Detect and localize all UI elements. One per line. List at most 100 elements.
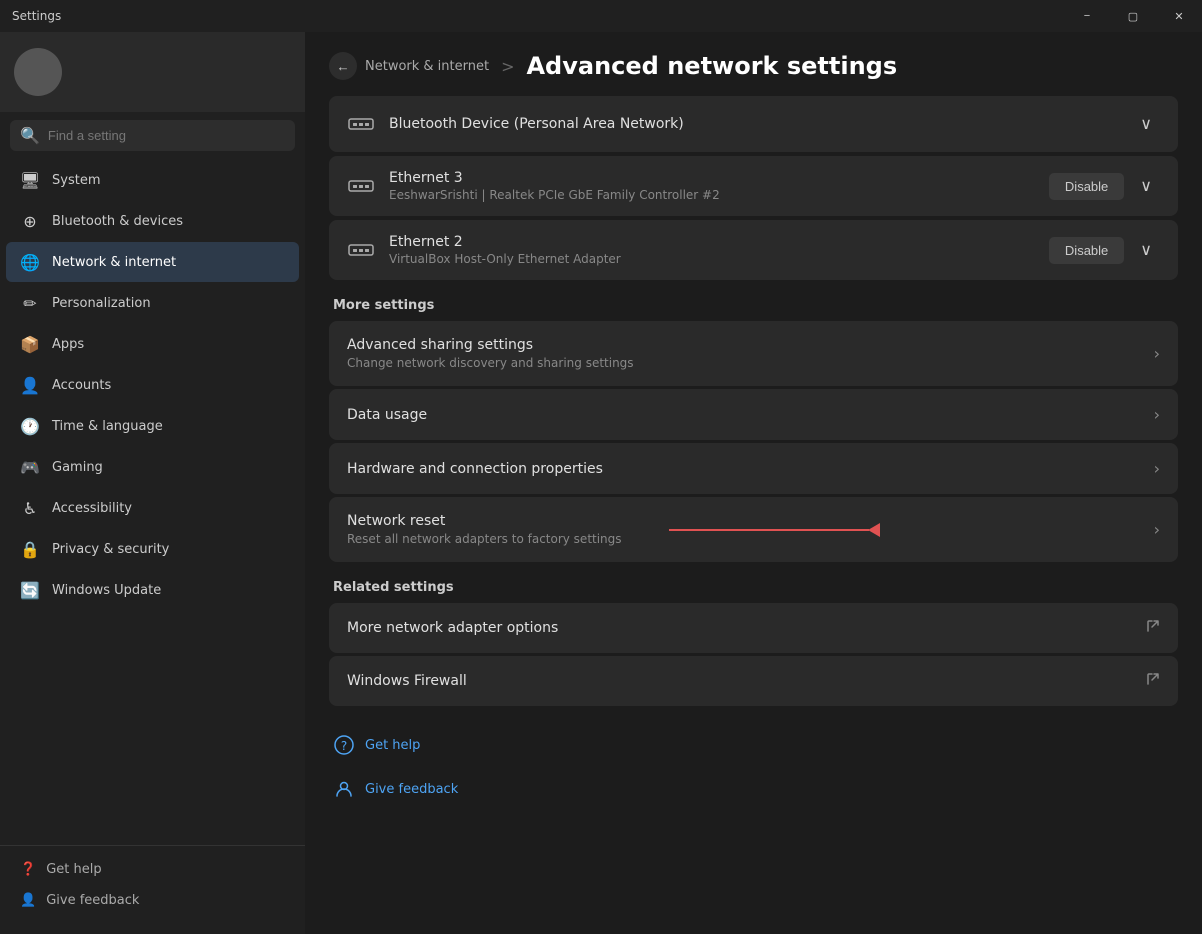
disable-btn-ethernet2[interactable]: Disable — [1049, 237, 1124, 264]
close-button[interactable]: ✕ — [1156, 0, 1202, 32]
external-icon-windows-firewall — [1146, 672, 1160, 690]
nav-label-accounts: Accounts — [52, 378, 111, 393]
give-feedback-icon — [333, 778, 355, 800]
back-button[interactable]: ← — [329, 52, 357, 80]
svg-text:?: ? — [341, 739, 347, 753]
adapter-desc-ethernet2: VirtualBox Host-Only Ethernet Adapter — [389, 252, 621, 266]
settings-row-wrap-network-reset: Network reset Reset all network adapters… — [329, 497, 1178, 562]
nav-icon-time: 🕐 — [20, 416, 40, 436]
related-settings-header: Related settings — [329, 580, 1178, 595]
settings-row-data-usage[interactable]: Data usage › — [329, 389, 1178, 440]
nav-icon-update: 🔄 — [20, 580, 40, 600]
settings-title-windows-firewall: Windows Firewall — [347, 673, 1146, 689]
settings-row-wrap-hardware-connection: Hardware and connection properties › — [329, 443, 1178, 494]
adapter-desc-ethernet3: EeshwarSrishti | Realtek PCIe GbE Family… — [389, 188, 720, 202]
nav-label-network: Network & internet — [52, 255, 176, 270]
nav-label-bluetooth: Bluetooth & devices — [52, 214, 183, 229]
adapter-icon — [347, 113, 375, 135]
settings-row-network-reset[interactable]: Network reset Reset all network adapters… — [329, 497, 1178, 562]
get-help-label: Get help — [365, 738, 420, 753]
sidebar-bottom-help[interactable]: ❓Get help — [6, 854, 299, 885]
adapter-icon-ethernet3 — [347, 175, 375, 197]
nav-label-personalization: Personalization — [52, 296, 151, 311]
related-settings-list: More network adapter options Windows Fir… — [329, 603, 1178, 706]
page-title: Advanced network settings — [526, 52, 897, 80]
settings-row-wrap-advanced-sharing: Advanced sharing settings Change network… — [329, 321, 1178, 386]
search-section: 🔍 — [0, 112, 305, 159]
more-settings-list: Advanced sharing settings Change network… — [329, 321, 1178, 562]
settings-desc-network-reset: Reset all network adapters to factory se… — [347, 532, 1154, 546]
sidebar-item-apps[interactable]: 📦 Apps — [6, 324, 299, 364]
sidebar-item-privacy[interactable]: 🔒 Privacy & security — [6, 529, 299, 569]
adapter-expand-btn[interactable]: ∨ — [1132, 110, 1160, 138]
settings-row-hardware-connection[interactable]: Hardware and connection properties › — [329, 443, 1178, 494]
help-link-get-help[interactable]: ? Get help — [329, 726, 1178, 764]
sidebar-item-network[interactable]: 🌐 Network & internet — [6, 242, 299, 282]
sidebar-item-accounts[interactable]: 👤 Accounts — [6, 365, 299, 405]
sidebar-item-accessibility[interactable]: ♿ Accessibility — [6, 488, 299, 528]
settings-title-advanced-sharing: Advanced sharing settings — [347, 337, 1154, 353]
chevron-icon-network-reset: › — [1154, 520, 1160, 539]
search-icon: 🔍 — [20, 126, 40, 145]
sidebar-item-time[interactable]: 🕐 Time & language — [6, 406, 299, 446]
get-help-icon: ? — [333, 734, 355, 756]
sidebar-item-bluetooth[interactable]: ⊕ Bluetooth & devices — [6, 201, 299, 241]
nav-label-time: Time & language — [52, 419, 163, 434]
adapter-icon-ethernet2 — [347, 239, 375, 261]
adapter-expand-btn-ethernet2[interactable]: ∨ — [1132, 236, 1160, 264]
nav-icon-network: 🌐 — [20, 252, 40, 272]
back-icon: ← — [336, 59, 349, 74]
nav-label-gaming: Gaming — [52, 460, 103, 475]
main-content: ← Network & internet > Advanced network … — [305, 32, 1202, 934]
content-header: ← Network & internet > Advanced network … — [329, 32, 1178, 96]
nav-label-update: Windows Update — [52, 583, 161, 598]
search-input[interactable] — [48, 128, 285, 143]
settings-desc-advanced-sharing: Change network discovery and sharing set… — [347, 356, 1154, 370]
settings-row-advanced-sharing[interactable]: Advanced sharing settings Change network… — [329, 321, 1178, 386]
sidebar-item-update[interactable]: 🔄 Windows Update — [6, 570, 299, 610]
sidebar-item-system[interactable]: 🖥 System — [6, 160, 299, 200]
help-icon: ❓ — [20, 862, 36, 877]
help-link-give-feedback[interactable]: Give feedback — [329, 770, 1178, 808]
external-icon-network-adapter-options — [1146, 619, 1160, 637]
app-body: 🔍 🖥 System ⊕ Bluetooth & devices 🌐 Netwo… — [0, 32, 1202, 934]
nav-menu: 🖥 System ⊕ Bluetooth & devices 🌐 Network… — [0, 159, 305, 837]
user-avatar-section — [0, 32, 305, 112]
breadcrumb-separator: > — [501, 57, 514, 76]
settings-title-data-usage: Data usage — [347, 407, 1154, 423]
adapter-name-ethernet3: Ethernet 3 — [389, 170, 720, 186]
sidebar-bottom-feedback[interactable]: 👤Give feedback — [6, 885, 299, 916]
sidebar-bottom: ❓Get help👤Give feedback — [0, 845, 305, 924]
give-feedback-label: Give feedback — [365, 782, 458, 797]
nav-icon-privacy: 🔒 — [20, 539, 40, 559]
more-settings-header: More settings — [329, 298, 1178, 313]
adapter-name-ethernet2: Ethernet 2 — [389, 234, 621, 250]
nav-icon-gaming: 🎮 — [20, 457, 40, 477]
titlebar: Settings − ▢ ✕ — [0, 0, 1202, 32]
nav-icon-accounts: 👤 — [20, 375, 40, 395]
sidebar-item-gaming[interactable]: 🎮 Gaming — [6, 447, 299, 487]
minimize-button[interactable]: − — [1064, 0, 1110, 32]
chevron-icon-advanced-sharing: › — [1154, 344, 1160, 363]
disable-btn-ethernet3[interactable]: Disable — [1049, 173, 1124, 200]
nav-icon-accessibility: ♿ — [20, 498, 40, 518]
sidebar-item-personalization[interactable]: ✏ Personalization — [6, 283, 299, 323]
adapter-ethernet2: Ethernet 2 VirtualBox Host-Only Ethernet… — [329, 220, 1178, 280]
chevron-icon-hardware-connection: › — [1154, 459, 1160, 478]
settings-row-windows-firewall[interactable]: Windows Firewall — [329, 656, 1178, 706]
search-box[interactable]: 🔍 — [10, 120, 295, 151]
nav-label-system: System — [52, 173, 100, 188]
adapter-bluetooth-pan: Bluetooth Device (Personal Area Network)… — [329, 96, 1178, 152]
app-title: Settings — [12, 9, 61, 23]
settings-title-network-reset: Network reset — [347, 513, 1154, 529]
nav-label-accessibility: Accessibility — [52, 501, 132, 516]
adapter-expand-btn-ethernet3[interactable]: ∨ — [1132, 172, 1160, 200]
settings-row-network-adapter-options[interactable]: More network adapter options — [329, 603, 1178, 653]
nav-label-privacy: Privacy & security — [52, 542, 169, 557]
adapter-name: Bluetooth Device (Personal Area Network) — [389, 116, 684, 132]
breadcrumb: Network & internet — [365, 59, 489, 74]
nav-label-apps: Apps — [52, 337, 84, 352]
adapter-ethernet3: Ethernet 3 EeshwarSrishti | Realtek PCIe… — [329, 156, 1178, 216]
maximize-button[interactable]: ▢ — [1110, 0, 1156, 32]
sidebar: 🔍 🖥 System ⊕ Bluetooth & devices 🌐 Netwo… — [0, 32, 305, 934]
